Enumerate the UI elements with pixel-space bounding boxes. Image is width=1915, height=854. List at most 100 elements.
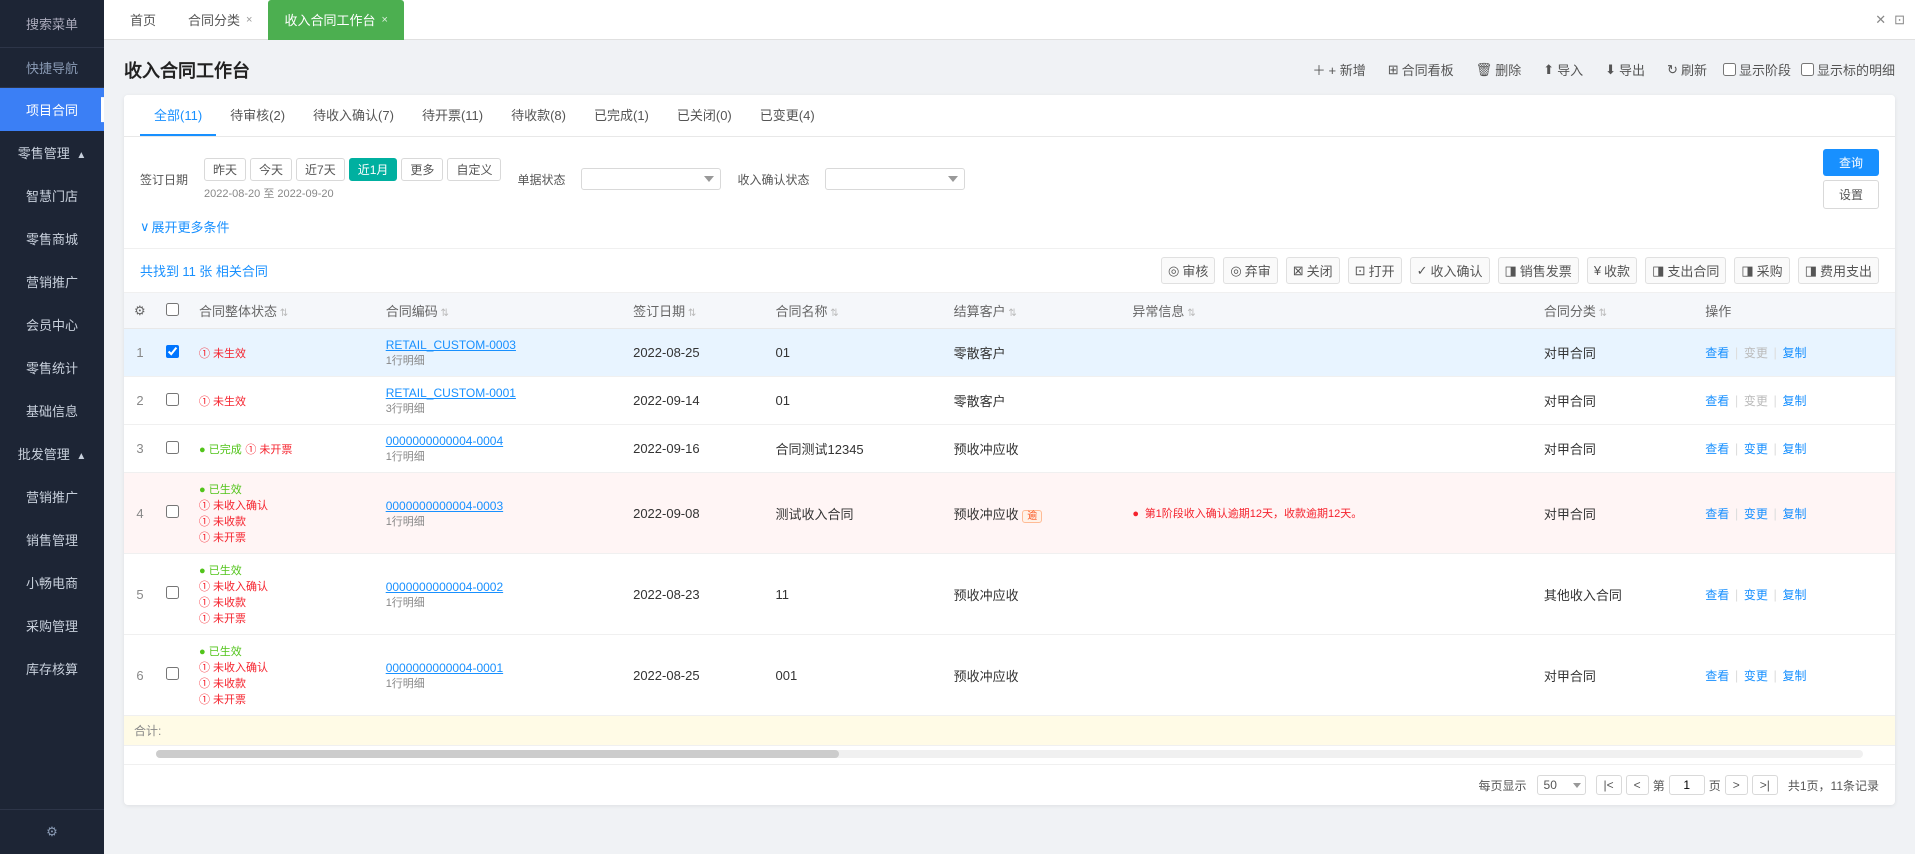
contract-kanban-button[interactable]: ⊞ 合同看板 [1382, 56, 1460, 83]
view-link[interactable]: 查看 [1705, 346, 1729, 360]
show-stages-input[interactable] [1723, 63, 1736, 76]
show-detail-checkbox[interactable]: 显示标的明细 [1801, 60, 1895, 79]
last-page-btn[interactable]: >| [1752, 775, 1778, 795]
set-button[interactable]: 设置 [1823, 180, 1879, 209]
import-button[interactable]: ⬆ 导入 [1537, 56, 1589, 83]
add-button[interactable]: ＋ + 新增 [1307, 56, 1372, 83]
confirm-status-select[interactable] [825, 168, 965, 190]
horizontal-scrollbar[interactable] [156, 750, 1863, 758]
sidebar-item-retail-mgmt[interactable]: 零售管理 ▲ [0, 131, 104, 174]
sidebar-item-basic-info[interactable]: 基础信息 [0, 389, 104, 432]
sub-tab-changed[interactable]: 已变更(4) [746, 95, 829, 136]
sidebar-item-marketing2[interactable]: 营销推广 [0, 475, 104, 518]
row-checkbox[interactable] [166, 393, 179, 406]
sub-tab-pending-invoice[interactable]: 待开票(11) [408, 95, 497, 136]
sub-tab-closed[interactable]: 已关闭(0) [663, 95, 746, 136]
settings-icon[interactable]: ⚙ [0, 810, 104, 854]
scrollbar-thumb[interactable] [156, 750, 839, 758]
date-btn-7days[interactable]: 近7天 [296, 158, 345, 181]
date-btn-1month[interactable]: 近1月 [349, 158, 398, 181]
copy-link[interactable]: 复制 [1783, 507, 1807, 521]
view-link[interactable]: 查看 [1705, 588, 1729, 602]
copy-link[interactable]: 复制 [1783, 669, 1807, 683]
date-btn-today[interactable]: 今天 [250, 158, 292, 181]
date-btn-yesterday[interactable]: 昨天 [204, 158, 246, 181]
sidebar-item-marketing[interactable]: 营销推广 [0, 260, 104, 303]
tab-contract-category[interactable]: 合同分类 × [172, 0, 268, 40]
select-all-checkbox[interactable] [166, 303, 179, 316]
change-link[interactable]: 变更 [1744, 588, 1768, 602]
sidebar-item-retail-stats[interactable]: 零售统计 [0, 346, 104, 389]
row-checkbox[interactable] [166, 505, 179, 518]
refresh-button[interactable]: ↻ 刷新 [1661, 56, 1713, 83]
col-settings[interactable]: ⚙ [124, 293, 156, 329]
sidebar-item-smart-store[interactable]: 智慧门店 [0, 174, 104, 217]
first-page-btn[interactable]: |< [1596, 775, 1622, 795]
action-expense-btn[interactable]: ◨ 费用支出 [1798, 257, 1879, 284]
sub-tab-all[interactable]: 全部(11) [140, 95, 216, 136]
row-checkbox-cell[interactable] [156, 473, 189, 554]
sidebar-item-member-center[interactable]: 会员中心 [0, 303, 104, 346]
show-detail-input[interactable] [1801, 63, 1814, 76]
change-link[interactable]: 变更 [1744, 507, 1768, 521]
date-btn-more[interactable]: 更多 [401, 158, 443, 181]
export-button[interactable]: ⬇ 导出 [1599, 56, 1651, 83]
sidebar-search[interactable]: 搜索菜单 [0, 0, 104, 48]
col-select-all[interactable] [156, 293, 189, 329]
action-income-confirm-btn[interactable]: ✓ 收入确认 [1410, 257, 1490, 284]
action-open-btn[interactable]: ⊡ 打开 [1348, 257, 1402, 284]
page-size-select[interactable]: 50 100 200 [1537, 775, 1586, 795]
sidebar-item-wholesale-mgmt[interactable]: 批发管理 ▲ [0, 432, 104, 475]
query-button[interactable]: 查询 [1823, 149, 1879, 176]
sidebar-quick-nav[interactable]: 快捷导航 [0, 48, 104, 88]
action-sales-invoice-btn[interactable]: ◨ 销售发票 [1498, 257, 1579, 284]
sub-tab-pending-payment[interactable]: 待收款(8) [497, 95, 580, 136]
action-review-btn[interactable]: ◎ 审核 [1161, 257, 1215, 284]
show-stages-checkbox[interactable]: 显示阶段 [1723, 60, 1791, 79]
sidebar-item-retail-mall[interactable]: 零售商城 [0, 217, 104, 260]
change-link[interactable]: 变更 [1744, 669, 1768, 683]
close-icon[interactable]: ✕ [1875, 12, 1886, 28]
action-payment-btn[interactable]: ¥ 收款 [1587, 257, 1637, 284]
row-checkbox[interactable] [166, 667, 179, 680]
tab-home[interactable]: 首页 [114, 0, 172, 40]
sidebar-item-xiaochangec[interactable]: 小畅电商 [0, 561, 104, 604]
view-link[interactable]: 查看 [1705, 669, 1729, 683]
action-close-btn[interactable]: ⊠ 关闭 [1286, 257, 1340, 284]
tab-close-contract-category[interactable]: × [246, 14, 252, 26]
row-checkbox-cell[interactable] [156, 329, 189, 377]
view-link[interactable]: 查看 [1705, 442, 1729, 456]
page-input[interactable] [1669, 775, 1705, 795]
delete-button[interactable]: 🗑 删除 [1470, 56, 1528, 83]
row-checkbox[interactable] [166, 441, 179, 454]
next-page-btn[interactable]: > [1725, 775, 1748, 795]
sidebar-item-sales-mgmt[interactable]: 销售管理 [0, 518, 104, 561]
row-checkbox-cell[interactable] [156, 425, 189, 473]
sub-tab-pending-confirm[interactable]: 待收入确认(7) [299, 95, 408, 136]
tab-close-income-contract-workbench[interactable]: × [381, 14, 387, 26]
tab-income-contract-workbench[interactable]: 收入合同工作台 × [268, 0, 403, 40]
change-link[interactable]: 变更 [1744, 442, 1768, 456]
status-select[interactable] [581, 168, 721, 190]
date-btn-custom[interactable]: 自定义 [447, 158, 501, 181]
maximize-icon[interactable]: ⊡ [1894, 12, 1905, 28]
row-checkbox[interactable] [166, 586, 179, 599]
copy-link[interactable]: 复制 [1783, 346, 1807, 360]
action-expense-contract-btn[interactable]: ◨ 支出合同 [1645, 257, 1726, 284]
view-link[interactable]: 查看 [1705, 507, 1729, 521]
copy-link[interactable]: 复制 [1783, 588, 1807, 602]
sidebar-item-inventory[interactable]: 库存核算 [0, 647, 104, 690]
row-checkbox-cell[interactable] [156, 635, 189, 716]
change-link[interactable]: 变更 [1744, 346, 1768, 360]
view-link[interactable]: 查看 [1705, 394, 1729, 408]
copy-link[interactable]: 复制 [1783, 442, 1807, 456]
sidebar-item-project-contract[interactable]: 项目合同 [0, 88, 104, 131]
change-link[interactable]: 变更 [1744, 394, 1768, 408]
sidebar-item-purchase-mgmt[interactable]: 采购管理 [0, 604, 104, 647]
row-checkbox-cell[interactable] [156, 554, 189, 635]
prev-page-btn[interactable]: < [1626, 775, 1649, 795]
action-abandon-btn[interactable]: ◎ 弃审 [1223, 257, 1277, 284]
row-checkbox-cell[interactable] [156, 377, 189, 425]
action-purchase-btn[interactable]: ◨ 采购 [1734, 257, 1789, 284]
sub-tab-pending-review[interactable]: 待审核(2) [216, 95, 299, 136]
